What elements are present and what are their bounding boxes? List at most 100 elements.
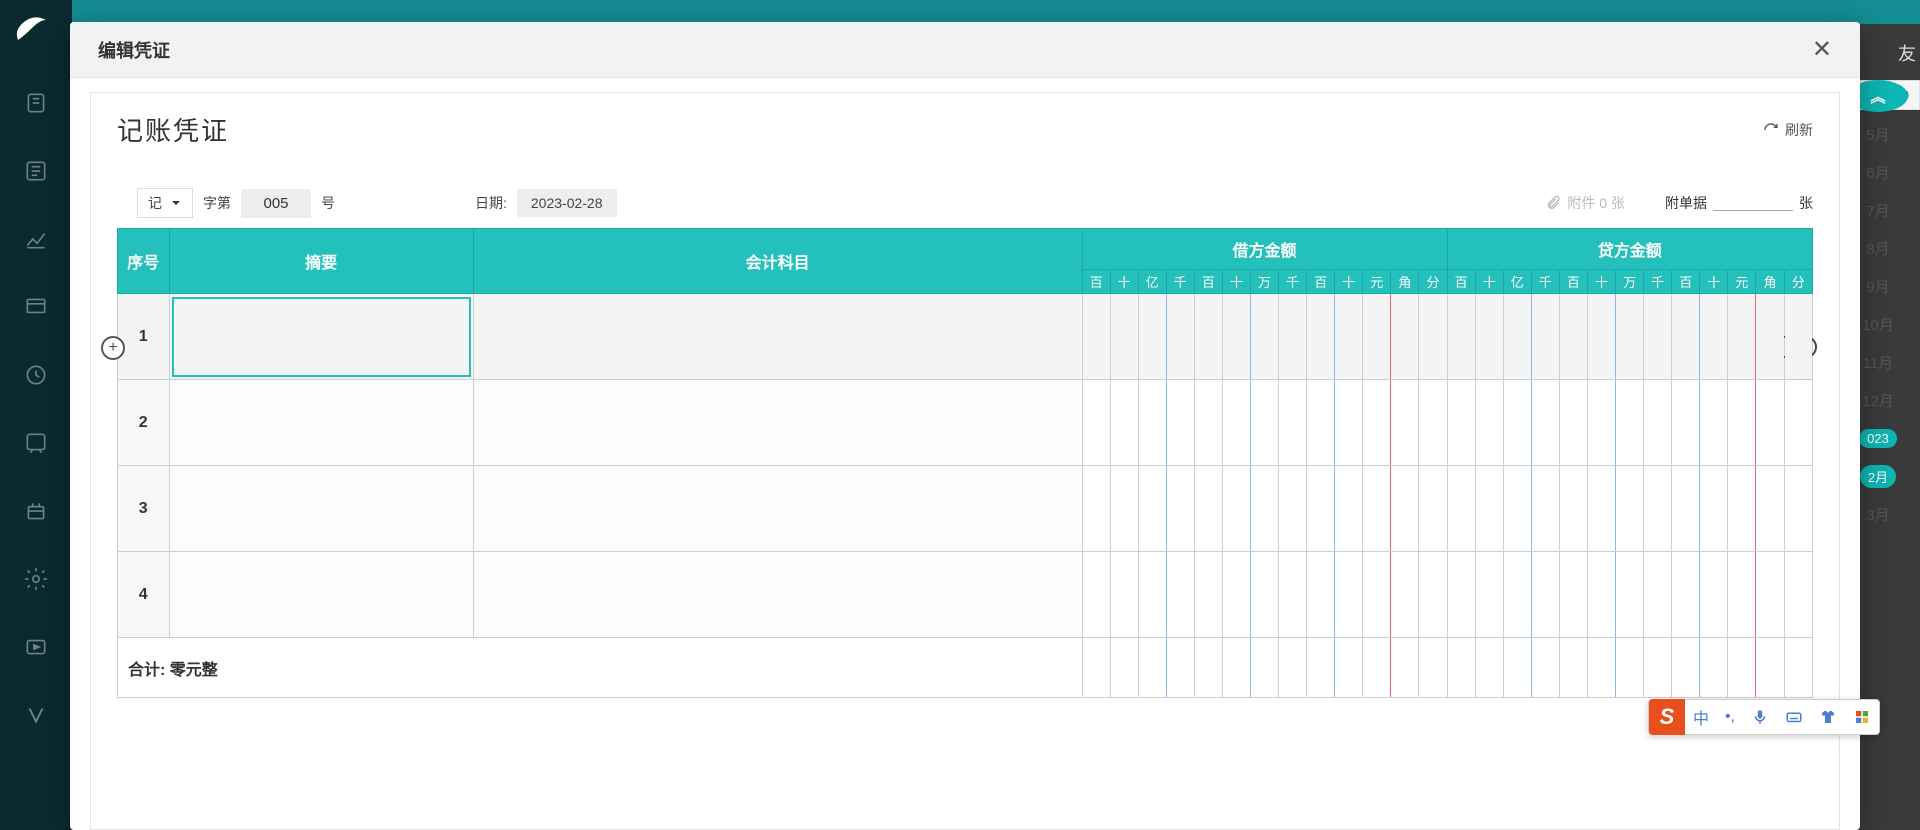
account-cell[interactable] bbox=[473, 552, 1082, 638]
amount-digit[interactable] bbox=[1587, 552, 1615, 638]
amount-digit[interactable] bbox=[1194, 466, 1222, 552]
amount-digit[interactable] bbox=[1251, 466, 1279, 552]
amount-digit[interactable] bbox=[1166, 466, 1194, 552]
amount-digit[interactable] bbox=[1531, 380, 1559, 466]
amount-digit[interactable] bbox=[1756, 552, 1784, 638]
amount-digit[interactable] bbox=[1447, 380, 1475, 466]
amount-digit[interactable] bbox=[1616, 380, 1644, 466]
nav-icon-6[interactable] bbox=[23, 430, 49, 456]
close-icon[interactable]: ✕ bbox=[1812, 35, 1832, 64]
amount-digit[interactable] bbox=[1559, 552, 1587, 638]
amount-digit[interactable] bbox=[1587, 294, 1615, 380]
amount-digit[interactable] bbox=[1419, 380, 1447, 466]
amount-digit[interactable] bbox=[1559, 380, 1587, 466]
amount-digit[interactable] bbox=[1756, 466, 1784, 552]
amount-digit[interactable] bbox=[1082, 380, 1110, 466]
amount-digit[interactable] bbox=[1447, 552, 1475, 638]
amount-digit[interactable] bbox=[1251, 552, 1279, 638]
amount-digit[interactable] bbox=[1251, 294, 1279, 380]
amount-digit[interactable] bbox=[1728, 552, 1756, 638]
amount-digit[interactable] bbox=[1503, 552, 1531, 638]
amount-digit[interactable] bbox=[1784, 552, 1812, 638]
nav-icon-v[interactable] bbox=[23, 702, 49, 728]
amount-digit[interactable] bbox=[1194, 380, 1222, 466]
amount-digit[interactable] bbox=[1307, 380, 1335, 466]
amount-digit[interactable] bbox=[1279, 294, 1307, 380]
amount-digit[interactable] bbox=[1194, 294, 1222, 380]
amount-digit[interactable] bbox=[1222, 466, 1250, 552]
amount-digit[interactable] bbox=[1110, 294, 1138, 380]
nav-icon-video[interactable] bbox=[23, 634, 49, 660]
amount-digit[interactable] bbox=[1082, 552, 1110, 638]
amount-digit[interactable] bbox=[1335, 466, 1363, 552]
amount-digit[interactable] bbox=[1672, 466, 1700, 552]
amount-digit[interactable] bbox=[1728, 380, 1756, 466]
amount-digit[interactable] bbox=[1475, 466, 1503, 552]
amount-digit[interactable] bbox=[1419, 552, 1447, 638]
amount-digit[interactable] bbox=[1503, 466, 1531, 552]
amount-digit[interactable] bbox=[1700, 466, 1728, 552]
ime-keyboard-icon[interactable] bbox=[1777, 708, 1811, 726]
amount-digit[interactable] bbox=[1110, 466, 1138, 552]
attachment-link[interactable]: 附件 0 张 bbox=[1545, 193, 1625, 213]
amount-digit[interactable] bbox=[1419, 294, 1447, 380]
amount-digit[interactable] bbox=[1363, 552, 1391, 638]
ime-punct-icon[interactable]: •, bbox=[1717, 708, 1743, 726]
amount-digit[interactable] bbox=[1644, 552, 1672, 638]
gear-icon[interactable] bbox=[23, 566, 49, 592]
amount-digit[interactable] bbox=[1335, 294, 1363, 380]
amount-digit[interactable] bbox=[1644, 466, 1672, 552]
amount-digit[interactable] bbox=[1784, 294, 1812, 380]
amount-digit[interactable] bbox=[1672, 552, 1700, 638]
nav-icon-7[interactable] bbox=[23, 498, 49, 524]
amount-digit[interactable] bbox=[1616, 294, 1644, 380]
amount-digit[interactable] bbox=[1672, 294, 1700, 380]
amount-digit[interactable] bbox=[1279, 552, 1307, 638]
voucher-type-select[interactable]: 记 bbox=[137, 188, 193, 218]
amount-digit[interactable] bbox=[1616, 552, 1644, 638]
amount-digit[interactable] bbox=[1587, 466, 1615, 552]
amount-digit[interactable] bbox=[1307, 466, 1335, 552]
amount-digit[interactable] bbox=[1110, 380, 1138, 466]
amount-digit[interactable] bbox=[1419, 466, 1447, 552]
amount-digit[interactable] bbox=[1307, 552, 1335, 638]
summary-cell[interactable] bbox=[169, 380, 473, 466]
amount-digit[interactable] bbox=[1082, 466, 1110, 552]
amount-digit[interactable] bbox=[1166, 380, 1194, 466]
ime-skin-icon[interactable] bbox=[1811, 708, 1845, 726]
amount-digit[interactable] bbox=[1138, 552, 1166, 638]
ime-mic-icon[interactable] bbox=[1743, 708, 1777, 726]
amount-digit[interactable] bbox=[1138, 294, 1166, 380]
amount-digit[interactable] bbox=[1503, 380, 1531, 466]
amount-digit[interactable] bbox=[1644, 294, 1672, 380]
date-input[interactable]: 2023-02-28 bbox=[517, 189, 617, 217]
amount-digit[interactable] bbox=[1503, 294, 1531, 380]
account-cell[interactable] bbox=[473, 380, 1082, 466]
amount-digit[interactable] bbox=[1559, 466, 1587, 552]
amount-digit[interactable] bbox=[1138, 380, 1166, 466]
attach-doc-input[interactable] bbox=[1713, 195, 1793, 211]
amount-digit[interactable] bbox=[1447, 294, 1475, 380]
amount-digit[interactable] bbox=[1166, 294, 1194, 380]
amount-digit[interactable] bbox=[1222, 380, 1250, 466]
amount-digit[interactable] bbox=[1363, 466, 1391, 552]
refresh-button[interactable]: 刷新 bbox=[1763, 120, 1813, 140]
amount-digit[interactable] bbox=[1728, 294, 1756, 380]
amount-digit[interactable] bbox=[1166, 552, 1194, 638]
account-cell[interactable] bbox=[473, 294, 1082, 380]
amount-digit[interactable] bbox=[1784, 380, 1812, 466]
amount-digit[interactable] bbox=[1194, 552, 1222, 638]
nav-icon-5[interactable] bbox=[23, 362, 49, 388]
account-cell[interactable] bbox=[473, 466, 1082, 552]
month-pill-active[interactable]: 2月 bbox=[1860, 465, 1896, 488]
amount-digit[interactable] bbox=[1531, 466, 1559, 552]
amount-digit[interactable] bbox=[1335, 380, 1363, 466]
amount-digit[interactable] bbox=[1447, 466, 1475, 552]
amount-digit[interactable] bbox=[1082, 294, 1110, 380]
amount-digit[interactable] bbox=[1784, 466, 1812, 552]
nav-icon-2[interactable] bbox=[23, 158, 49, 184]
amount-digit[interactable] bbox=[1391, 466, 1419, 552]
nav-icon-1[interactable] bbox=[23, 90, 49, 116]
amount-digit[interactable] bbox=[1559, 294, 1587, 380]
amount-digit[interactable] bbox=[1279, 466, 1307, 552]
